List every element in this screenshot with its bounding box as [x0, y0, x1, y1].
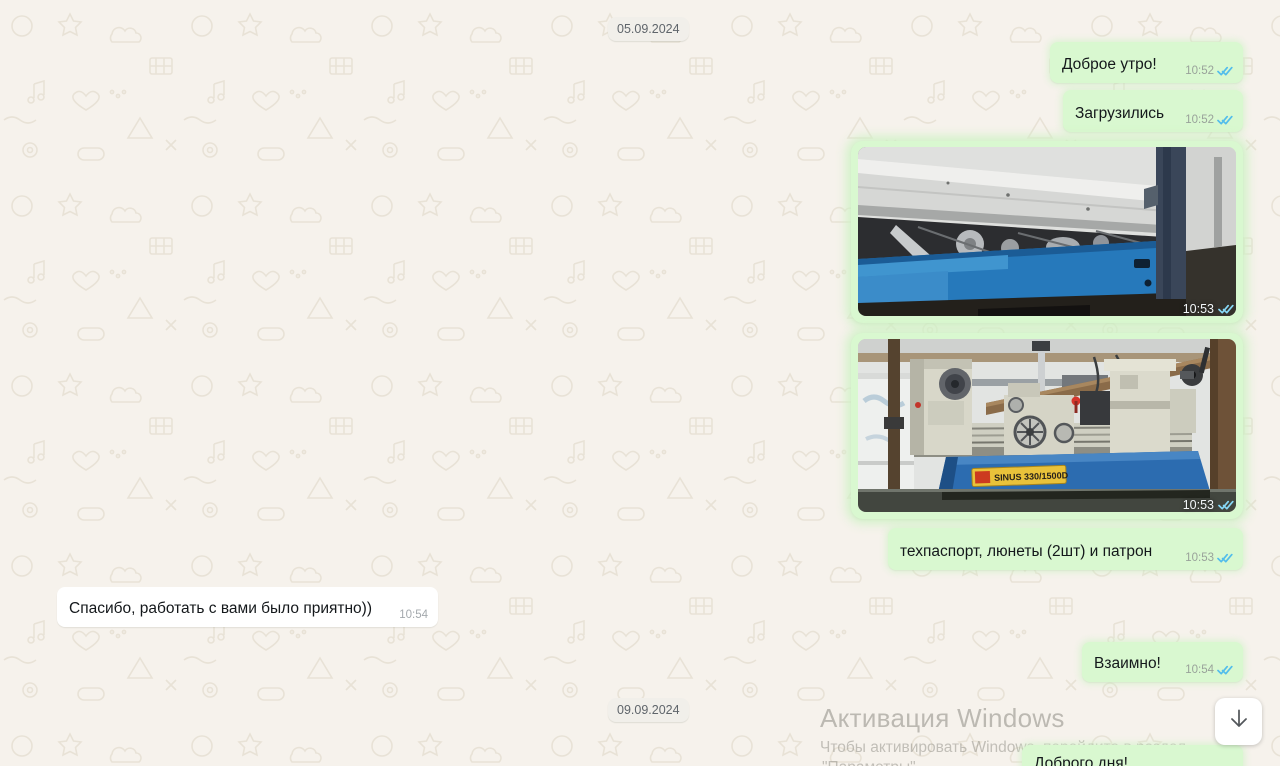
- photo-image-lathe[interactable]: SINUS 330/1500D: [858, 339, 1236, 512]
- message-text: Взаимно!: [1094, 655, 1161, 673]
- arrow-down-icon: [1226, 706, 1252, 737]
- message-time: 10:54: [399, 609, 428, 621]
- photo-message-lathe[interactable]: SINUS 330/1500D 10:53: [851, 333, 1243, 519]
- scroll-to-bottom-button[interactable]: [1215, 698, 1262, 745]
- chat-conversation-panel: 05.09.2024 Доброе утро! 10:52 Загрузилис…: [0, 0, 1280, 766]
- date-divider: 05.09.2024: [608, 17, 689, 41]
- message-bubble-outgoing[interactable]: Взаимно! 10:54: [1082, 642, 1243, 682]
- photo-meta: 10:53: [1183, 498, 1234, 512]
- date-divider-label: 05.09.2024: [617, 22, 680, 36]
- message-text: Доброе утро!: [1062, 56, 1157, 74]
- double-check-read-icon: [1218, 304, 1234, 315]
- double-check-read-icon: [1217, 553, 1233, 564]
- date-divider: 09.09.2024: [608, 698, 689, 722]
- message-meta: 10:54: [399, 609, 428, 621]
- message-meta: 10:52: [1185, 65, 1233, 77]
- message-time: 10:53: [1185, 552, 1214, 564]
- message-text: Загрузились: [1075, 105, 1165, 123]
- message-time: 10:52: [1185, 114, 1214, 126]
- photo-message-machine-base[interactable]: 10:53: [851, 141, 1243, 323]
- message-text: Доброго дня!: [1034, 755, 1128, 766]
- message-bubble-incoming[interactable]: Спасибо, работать с вами было приятно)) …: [57, 587, 438, 627]
- message-time: 10:52: [1185, 65, 1214, 77]
- message-meta: 10:53: [1185, 552, 1233, 564]
- message-bubble-outgoing[interactable]: Загрузились 10:52: [1063, 90, 1243, 132]
- double-check-read-icon: [1217, 66, 1233, 77]
- message-text: техпаспорт, люнеты (2шт) и патрон: [900, 543, 1153, 561]
- message-bubble-outgoing-partial[interactable]: Доброго дня!: [1022, 745, 1243, 766]
- double-check-read-icon: [1217, 665, 1233, 676]
- double-check-read-icon: [1217, 115, 1233, 126]
- message-time: 10:53: [1182, 302, 1214, 316]
- message-time: 10:53: [1182, 498, 1214, 512]
- message-meta: 10:52: [1185, 114, 1233, 126]
- message-text: Спасибо, работать с вами было приятно)): [69, 600, 372, 618]
- message-meta: 10:54: [1185, 664, 1233, 676]
- photo-meta: 10:53: [1183, 302, 1234, 316]
- message-time: 10:54: [1185, 664, 1214, 676]
- message-bubble-outgoing[interactable]: техпаспорт, люнеты (2шт) и патрон 10:53: [888, 528, 1243, 570]
- date-divider-label: 09.09.2024: [617, 703, 680, 717]
- photo-image-machine-base[interactable]: [858, 147, 1236, 316]
- double-check-read-icon: [1218, 500, 1234, 511]
- message-bubble-outgoing[interactable]: Доброе утро! 10:52: [1050, 42, 1243, 83]
